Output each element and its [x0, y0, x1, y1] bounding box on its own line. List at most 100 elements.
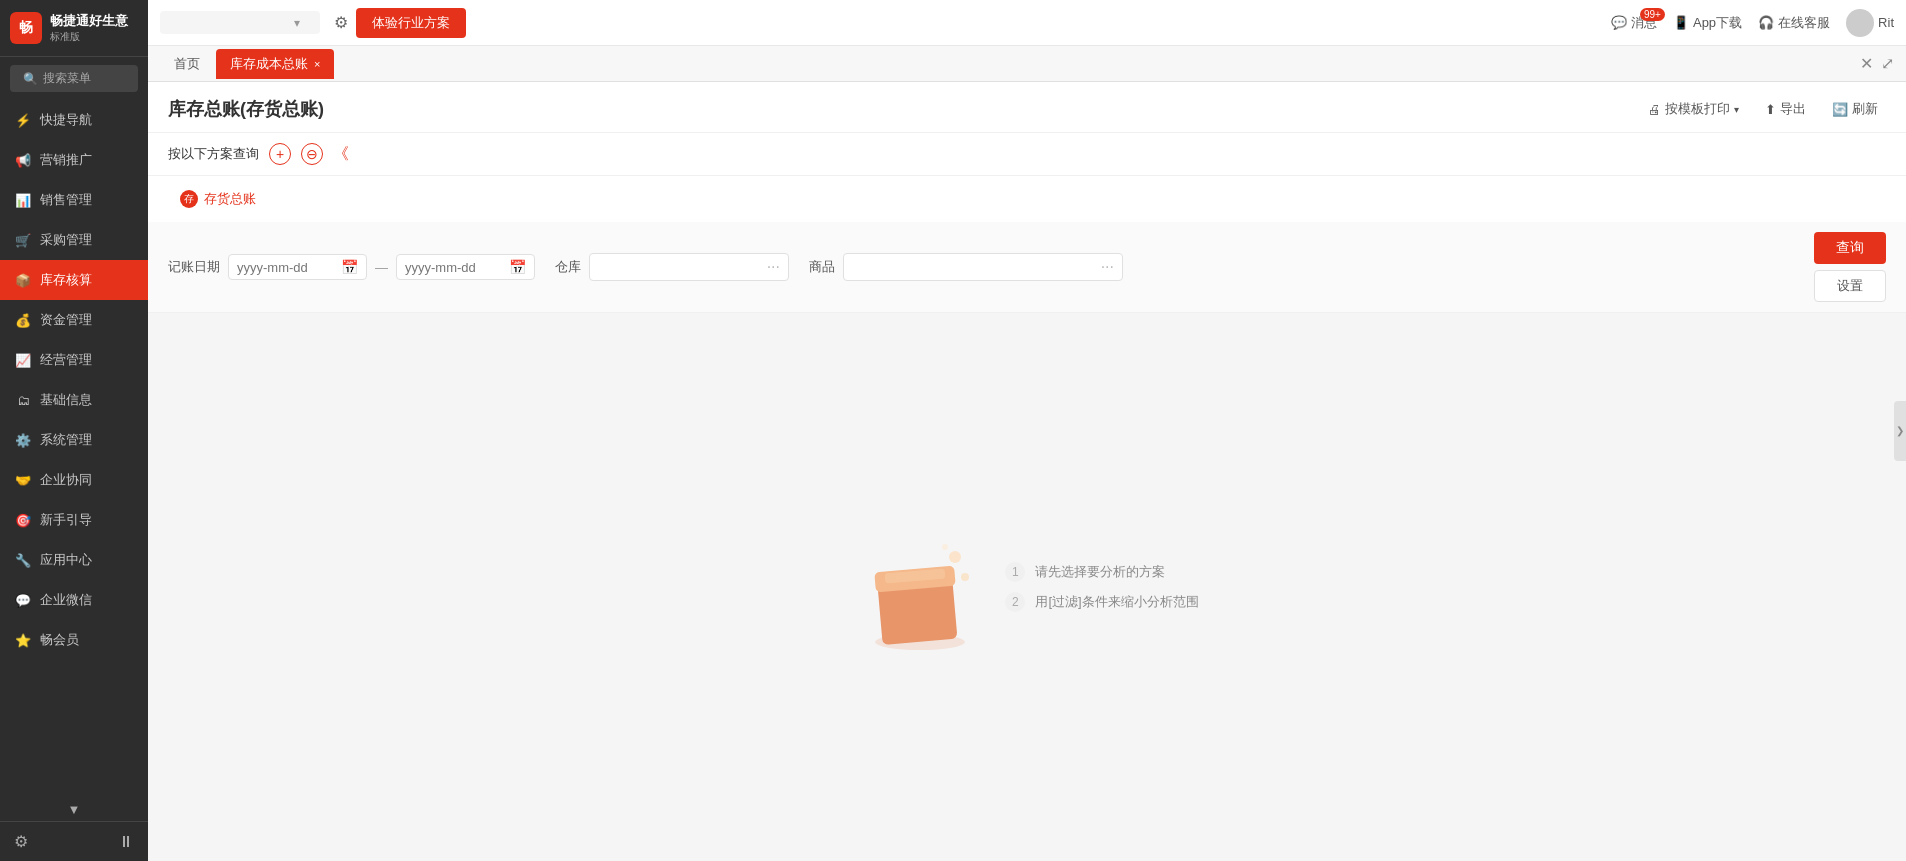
- message-icon: 💬: [1611, 15, 1627, 30]
- online-service-button[interactable]: 🎧 在线客服: [1758, 14, 1830, 32]
- service-icon: 🎧: [1758, 15, 1774, 30]
- sidebar-scroll-down[interactable]: ▼: [0, 798, 148, 821]
- chevron-down-icon[interactable]: ▾: [294, 16, 300, 30]
- sidebar-search[interactable]: 🔍 搜索菜单: [10, 65, 138, 92]
- sidebar-item-finance[interactable]: 💰 资金管理: [0, 300, 148, 340]
- filter-add-button[interactable]: +: [269, 143, 291, 165]
- sidebar-item-basic[interactable]: 🗂 基础信息: [0, 380, 148, 420]
- empty-svg: [855, 527, 985, 657]
- date-to-input-wrap: 📅: [396, 254, 535, 280]
- operations-icon: 📈: [14, 351, 32, 369]
- sidebar-item-shortcut[interactable]: ⚡ 快捷导航: [0, 100, 148, 140]
- member-icon: ⭐: [14, 631, 32, 649]
- date-label: 记账日期: [168, 258, 220, 276]
- goods-label: 商品: [809, 258, 835, 276]
- sidebar-menu: ⚡ 快捷导航 📢 营销推广 📊 销售管理 🛒 采购管理 📦 库存核算 💰 资金管…: [0, 100, 148, 798]
- page-content: 库存总账(存货总账) 🖨 按模板打印 ▾ ⬆ 导出 🔄 刷新: [148, 82, 1906, 861]
- marketing-icon: 📢: [14, 151, 32, 169]
- tab-close-icon[interactable]: ×: [314, 58, 320, 70]
- right-panel-toggle[interactable]: ❯: [1894, 401, 1906, 461]
- empty-illustration: [855, 527, 975, 647]
- filter-row: 记账日期 📅 — 📅 仓库 ··· 商品 ···: [148, 222, 1906, 313]
- date-from-input[interactable]: [237, 260, 337, 275]
- newbie-icon: 🎯: [14, 511, 32, 529]
- sidebar-item-member[interactable]: ⭐ 畅会员: [0, 620, 148, 660]
- refresh-icon: 🔄: [1832, 102, 1848, 117]
- calendar-to-icon[interactable]: 📅: [509, 259, 526, 275]
- hint-item-2: 2 用[过滤]条件来缩小分析范围: [1005, 592, 1198, 612]
- user-avatar[interactable]: Rit: [1846, 9, 1894, 37]
- basic-icon: 🗂: [14, 391, 32, 409]
- empty-inner: 1 请先选择要分析的方案 2 用[过滤]条件来缩小分析范围: [855, 527, 1198, 647]
- sales-icon: 📊: [14, 191, 32, 209]
- tab-inventory-ledger[interactable]: 库存成本总账 ×: [216, 49, 334, 79]
- refresh-button[interactable]: 🔄 刷新: [1824, 96, 1886, 122]
- sidebar-item-inventory[interactable]: 📦 库存核算: [0, 260, 148, 300]
- sidebar-item-apps[interactable]: 🔧 应用中心: [0, 540, 148, 580]
- message-button[interactable]: 💬 消息 99+: [1611, 14, 1657, 32]
- header-search-area[interactable]: ▾: [160, 11, 320, 34]
- tab-bar: 首页 库存成本总账 × ✕ ⤢: [148, 46, 1906, 82]
- warehouse-select[interactable]: ···: [589, 253, 789, 281]
- main-content: ▾ ⚙ 体验行业方案 💬 消息 99+ 📱 App下载 🎧 在线客服 Rit: [148, 0, 1906, 861]
- sidebar: 畅 畅捷通好生意 标准版 🔍 搜索菜单 ⚡ 快捷导航 📢 营销推广 📊 销售管理…: [0, 0, 148, 861]
- purchase-icon: 🛒: [14, 231, 32, 249]
- system-icon: ⚙️: [14, 431, 32, 449]
- header-right: 💬 消息 99+ 📱 App下载 🎧 在线客服 Rit: [1611, 9, 1894, 37]
- filter-bar: 按以下方案查询 + ⊖ 《: [148, 133, 1906, 176]
- page-header-actions: 🖨 按模板打印 ▾ ⬆ 导出 🔄 刷新: [1640, 96, 1886, 122]
- empty-state: 1 请先选择要分析的方案 2 用[过滤]条件来缩小分析范围: [148, 313, 1906, 861]
- export-icon: ⬆: [1765, 102, 1776, 117]
- sidebar-item-operations[interactable]: 📈 经营管理: [0, 340, 148, 380]
- search-icon: 🔍: [23, 72, 38, 86]
- scheme-item-inventory[interactable]: 存 存货总账: [168, 184, 268, 214]
- enterprise-icon: 🤝: [14, 471, 32, 489]
- tab-home[interactable]: 首页: [160, 49, 214, 79]
- sidebar-logo: 畅 畅捷通好生意 标准版: [0, 0, 148, 57]
- tab-panel-right: ✕ ⤢: [1860, 54, 1894, 73]
- date-from-input-wrap: 📅: [228, 254, 367, 280]
- sidebar-item-sales[interactable]: 📊 销售管理: [0, 180, 148, 220]
- date-separator: —: [375, 260, 388, 275]
- query-button[interactable]: 查询: [1814, 232, 1886, 264]
- app-download-button[interactable]: 📱 App下载: [1673, 14, 1742, 32]
- date-to-input[interactable]: [405, 260, 505, 275]
- settings-footer-icon[interactable]: ⚙: [14, 832, 28, 851]
- shortcut-icon: ⚡: [14, 111, 32, 129]
- scheme-area: 存 存货总账: [148, 176, 1906, 222]
- app-logo-icon: 畅: [10, 12, 42, 44]
- goods-more-icon[interactable]: ···: [1101, 258, 1114, 276]
- wechat-icon: 💬: [14, 591, 32, 609]
- header-search-input[interactable]: [170, 15, 290, 30]
- trial-button[interactable]: 体验行业方案: [356, 8, 466, 38]
- scheme-icon: 存: [180, 190, 198, 208]
- svg-point-6: [942, 544, 948, 550]
- export-button[interactable]: ⬆ 导出: [1757, 96, 1814, 122]
- page-title: 库存总账(存货总账): [168, 97, 324, 121]
- empty-hints: 1 请先选择要分析的方案 2 用[过滤]条件来缩小分析范围: [1005, 562, 1198, 612]
- goods-select[interactable]: ···: [843, 253, 1123, 281]
- expand-panel-icon[interactable]: ⤢: [1881, 54, 1894, 73]
- audio-footer-icon[interactable]: ⏸: [118, 833, 134, 851]
- sidebar-item-wechat[interactable]: 💬 企业微信: [0, 580, 148, 620]
- warehouse-label: 仓库: [555, 258, 581, 276]
- header-left: ▾ ⚙ 体验行业方案: [160, 8, 1611, 38]
- sidebar-item-system[interactable]: ⚙️ 系统管理: [0, 420, 148, 460]
- settings-button[interactable]: 设置: [1814, 270, 1886, 302]
- message-badge: 99+: [1640, 8, 1665, 21]
- app-name-text: 畅捷通好生意 标准版: [50, 13, 128, 43]
- calendar-from-icon[interactable]: 📅: [341, 259, 358, 275]
- filter-collapse-icon[interactable]: 《: [333, 144, 349, 165]
- top-header: ▾ ⚙ 体验行业方案 💬 消息 99+ 📱 App下载 🎧 在线客服 Rit: [148, 0, 1906, 46]
- sidebar-item-enterprise[interactable]: 🤝 企业协同: [0, 460, 148, 500]
- header-gear-icon[interactable]: ⚙: [334, 13, 348, 32]
- scheme-label: 存货总账: [204, 190, 256, 208]
- print-icon: 🖨: [1648, 102, 1661, 117]
- print-button[interactable]: 🖨 按模板打印 ▾: [1640, 96, 1747, 122]
- sidebar-item-newbie[interactable]: 🎯 新手引导: [0, 500, 148, 540]
- sidebar-item-purchase[interactable]: 🛒 采购管理: [0, 220, 148, 260]
- filter-delete-button[interactable]: ⊖: [301, 143, 323, 165]
- sidebar-item-marketing[interactable]: 📢 营销推广: [0, 140, 148, 180]
- warehouse-more-icon[interactable]: ···: [767, 258, 780, 276]
- close-panel-icon[interactable]: ✕: [1860, 54, 1873, 73]
